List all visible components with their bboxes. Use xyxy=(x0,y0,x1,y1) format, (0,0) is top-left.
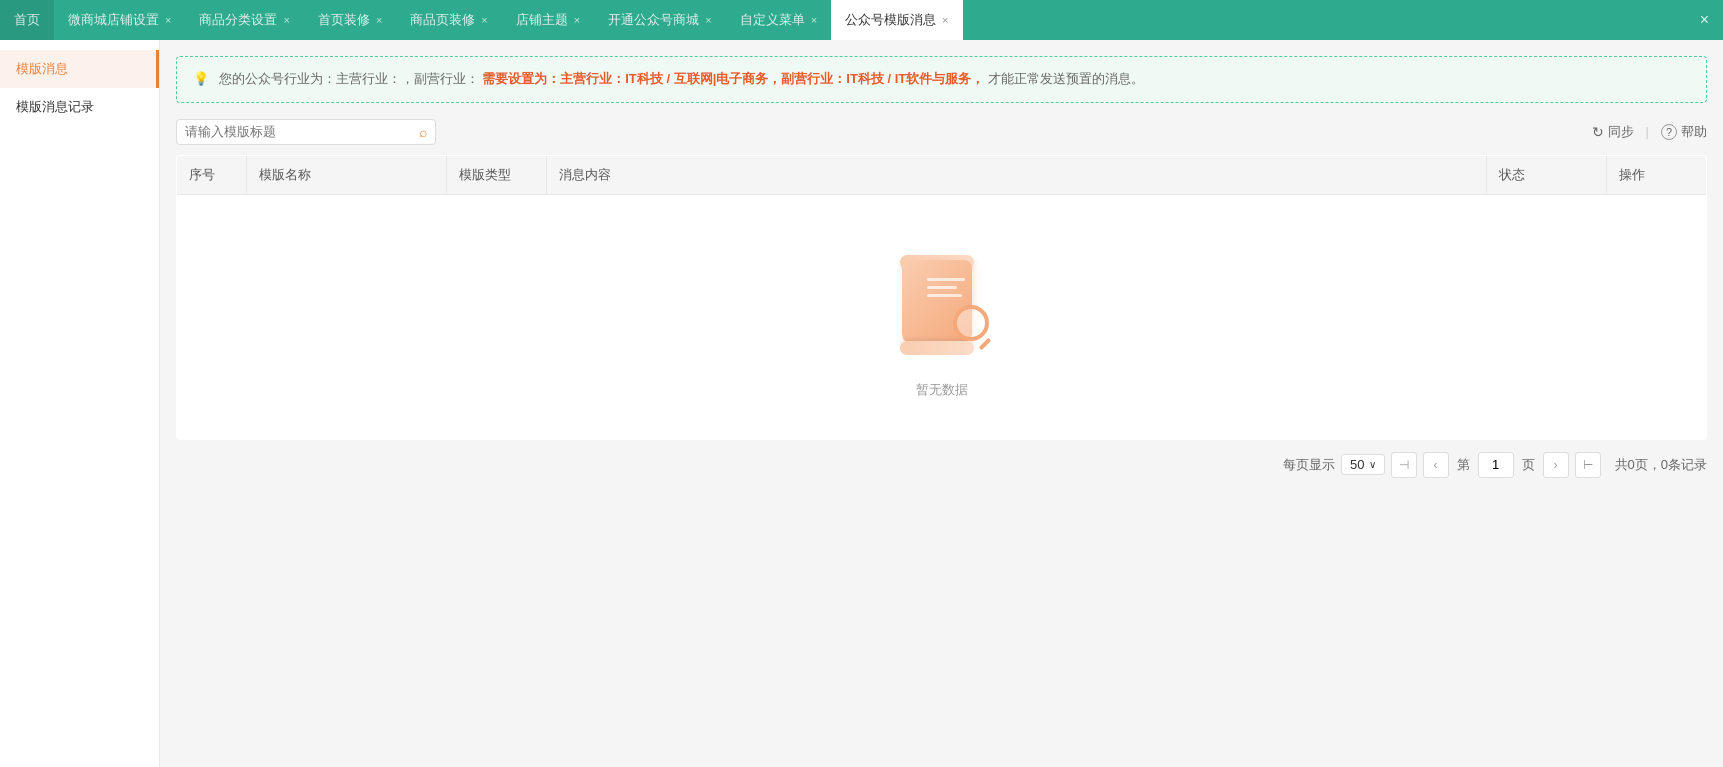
table-wrapper: 序号 模版名称 模版类型 消息内容 状态 操作 xyxy=(176,155,1707,440)
page-size-label: 每页显示 xyxy=(1283,456,1335,474)
scroll-bottom xyxy=(900,341,974,355)
last-page-button[interactable]: ⊢ xyxy=(1575,452,1601,478)
tab-bar: 首页 微商城店铺设置 × 商品分类设置 × 首页装修 × 商品页装修 × 店铺主… xyxy=(0,0,1723,40)
tab-mall[interactable]: 开通公众号商城 × xyxy=(594,0,725,40)
data-table: 序号 模版名称 模版类型 消息内容 状态 操作 xyxy=(176,155,1707,440)
col-name: 模版名称 xyxy=(247,155,447,194)
main-layout: 模版消息 模版消息记录 💡 您的公众号行业为：主营行业：，副营行业： 需要设置为… xyxy=(0,40,1723,767)
sidebar-item-template-msg[interactable]: 模版消息 xyxy=(0,50,159,88)
notice-icon: 💡 xyxy=(193,71,209,86)
prev-page-button[interactable]: ‹ xyxy=(1423,452,1449,478)
close-all-button[interactable]: × xyxy=(1686,11,1723,29)
toolbar-right: ↻ 同步 | ? 帮助 xyxy=(1592,123,1707,141)
tab-theme[interactable]: 店铺主题 × xyxy=(502,0,594,40)
magnifier-icon xyxy=(953,305,989,341)
page-prefix-label: 第 xyxy=(1457,456,1470,474)
help-button[interactable]: ? 帮助 xyxy=(1661,123,1707,141)
col-status: 状态 xyxy=(1487,155,1607,194)
tab-menu[interactable]: 自定义菜单 × xyxy=(726,0,831,40)
pagination: 每页显示 50 ∨ ⊣ ‹ 第 页 › ⊢ 共0页，0条记录 xyxy=(176,440,1707,482)
sidebar: 模版消息 模版消息记录 xyxy=(0,40,160,767)
scroll-line-2 xyxy=(927,286,957,289)
page-unit-label: 页 xyxy=(1522,456,1535,474)
sync-button[interactable]: ↻ 同步 xyxy=(1592,123,1634,141)
tab-close-mall[interactable]: × xyxy=(705,15,711,26)
tab-close-homepage[interactable]: × xyxy=(376,15,382,26)
empty-row: 暂无数据 xyxy=(177,194,1707,439)
toolbar-divider: | xyxy=(1646,124,1649,139)
empty-state: 暂无数据 xyxy=(177,195,1706,439)
search-input[interactable] xyxy=(185,124,419,139)
notice-banner: 💡 您的公众号行业为：主营行业：，副营行业： 需要设置为：主营行业：IT科技 /… xyxy=(176,56,1707,103)
first-page-button[interactable]: ⊣ xyxy=(1391,452,1417,478)
search-icon[interactable]: ⌕ xyxy=(419,124,427,140)
tab-template[interactable]: 公众号模版消息 × xyxy=(831,0,962,40)
col-type: 模版类型 xyxy=(447,155,547,194)
tab-close-product[interactable]: × xyxy=(481,15,487,26)
page-number-input[interactable] xyxy=(1478,452,1514,478)
page-size-select[interactable]: 50 ∨ xyxy=(1341,454,1384,475)
search-box[interactable]: ⌕ xyxy=(176,119,436,145)
tab-weshop[interactable]: 微商城店铺设置 × xyxy=(54,0,185,40)
toolbar: ⌕ ↻ 同步 | ? 帮助 xyxy=(176,119,1707,145)
empty-text: 暂无数据 xyxy=(177,381,1706,399)
tab-close-theme[interactable]: × xyxy=(574,15,580,26)
total-info: 共0页，0条记录 xyxy=(1615,456,1707,474)
scroll-lines xyxy=(927,278,965,302)
tab-close-menu[interactable]: × xyxy=(811,15,817,26)
table-header-row: 序号 模版名称 模版类型 消息内容 状态 操作 xyxy=(177,155,1707,194)
tab-homepage[interactable]: 首页装修 × xyxy=(304,0,396,40)
next-page-button[interactable]: › xyxy=(1543,452,1569,478)
scroll-line-3 xyxy=(927,294,962,297)
content-area: 💡 您的公众号行业为：主营行业：，副营行业： 需要设置为：主营行业：IT科技 /… xyxy=(160,40,1723,767)
tab-category[interactable]: 商品分类设置 × xyxy=(185,0,303,40)
col-action: 操作 xyxy=(1607,155,1707,194)
tab-close-template[interactable]: × xyxy=(942,15,948,26)
sidebar-item-template-record[interactable]: 模版消息记录 xyxy=(0,88,159,126)
tab-close-category[interactable]: × xyxy=(283,15,289,26)
sync-icon: ↻ xyxy=(1592,124,1604,140)
col-index: 序号 xyxy=(177,155,247,194)
help-icon: ? xyxy=(1661,124,1677,140)
chevron-down-icon: ∨ xyxy=(1369,459,1376,470)
tab-close-weshop[interactable]: × xyxy=(165,15,171,26)
tab-home[interactable]: 首页 xyxy=(0,0,54,40)
scroll-line-1 xyxy=(927,278,965,281)
col-content: 消息内容 xyxy=(547,155,1487,194)
empty-illustration xyxy=(887,255,997,365)
tab-product[interactable]: 商品页装修 × xyxy=(396,0,501,40)
